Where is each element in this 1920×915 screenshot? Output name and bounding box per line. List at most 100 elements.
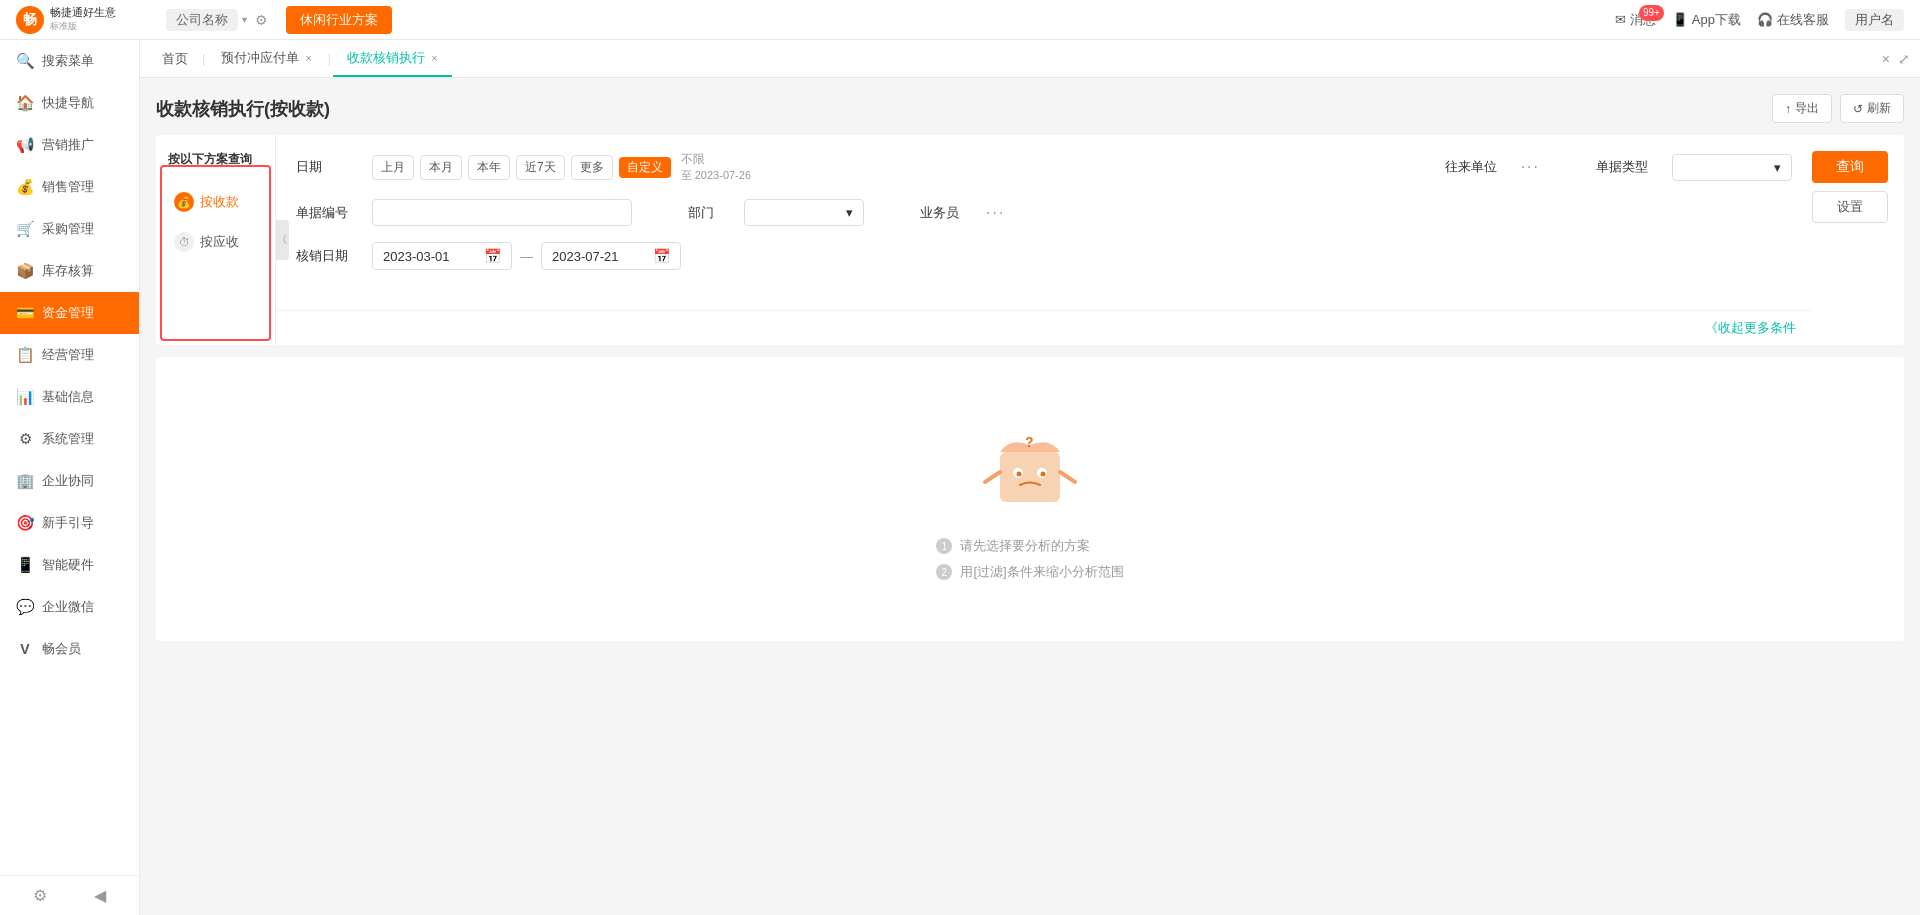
tab-home[interactable]: 首页 bbox=[150, 42, 200, 76]
date-btn-7days[interactable]: 近7天 bbox=[516, 155, 565, 180]
guide-icon: 🎯 bbox=[16, 514, 34, 532]
sidebar-bottom: ⚙ ◀ bbox=[0, 875, 139, 915]
date-btn-this-year[interactable]: 本年 bbox=[468, 155, 510, 180]
calendar-end-icon: 📅 bbox=[653, 248, 670, 264]
enterprise-icon: 🏢 bbox=[16, 472, 34, 490]
wechat-icon: 💬 bbox=[16, 598, 34, 616]
sidebar-item-search[interactable]: 🔍 搜索菜单 bbox=[0, 40, 139, 82]
verify-date-start-input[interactable]: 2023-03-01 📅 bbox=[372, 242, 512, 270]
window-close-button[interactable]: × bbox=[1882, 51, 1890, 67]
empty-state: ? 1 请先选择要分析的方案 2 用[过滤]条件来缩小分析范围 bbox=[156, 357, 1904, 641]
staff-dots-btn[interactable]: ··· bbox=[986, 204, 1005, 222]
sidebar-item-basic-info[interactable]: 📊 基础信息 bbox=[0, 376, 139, 418]
query-button[interactable]: 查询 bbox=[1812, 151, 1888, 183]
sidebar-item-sales[interactable]: 💰 销售管理 bbox=[0, 166, 139, 208]
sidebar-item-inventory[interactable]: 📦 库存核算 bbox=[0, 250, 139, 292]
sidebar-collapse-icon[interactable]: ◀ bbox=[94, 886, 106, 905]
bill-no-label: 单据编号 bbox=[296, 204, 356, 222]
tab-receipt-close[interactable]: × bbox=[431, 52, 437, 64]
svg-rect-0 bbox=[1000, 452, 1060, 502]
sidebar-settings-icon[interactable]: ⚙ bbox=[33, 886, 47, 905]
sidebar-item-hardware[interactable]: 📱 智能硬件 bbox=[0, 544, 139, 586]
online-service-button[interactable]: 🎧 在线客服 bbox=[1757, 11, 1829, 29]
setting-button[interactable]: 设置 bbox=[1812, 191, 1888, 223]
filter-form: 日期 上月 本月 本年 近7天 更多 自定义 不限 至 2023-07- bbox=[276, 135, 1812, 302]
operations-icon: 📋 bbox=[16, 346, 34, 364]
filter-collapse-button[interactable]: 《 bbox=[275, 220, 289, 260]
date-btn-more[interactable]: 更多 bbox=[571, 155, 613, 180]
finance-icon: 💳 bbox=[16, 304, 34, 322]
staff-label: 业务员 bbox=[920, 204, 970, 222]
message-badge: 99+ bbox=[1639, 5, 1664, 21]
tip-num-1: 1 bbox=[936, 538, 952, 554]
bill-type-select[interactable]: ▾ bbox=[1672, 154, 1792, 181]
window-expand-button[interactable]: ⤢ bbox=[1898, 51, 1910, 67]
bill-no-input[interactable] bbox=[372, 199, 632, 226]
sidebar-item-marketing[interactable]: 📢 营销推广 bbox=[0, 124, 139, 166]
message-button[interactable]: ✉ 消息 99+ bbox=[1615, 11, 1656, 29]
sidebar-item-wechat[interactable]: 💬 企业微信 bbox=[0, 586, 139, 628]
company-dropdown-icon[interactable]: ▾ bbox=[242, 14, 247, 25]
filter-area: 按以下方案查询 💰 按收款 ⏱ 按应收 《 bbox=[156, 135, 1904, 345]
message-icon: ✉ bbox=[1615, 12, 1626, 27]
sidebar-item-enterprise[interactable]: 🏢 企业协同 bbox=[0, 460, 139, 502]
tab-bar: 首页 | 预付冲应付单 × | 收款核销执行 × × ⤢ bbox=[140, 40, 1920, 78]
app-download-button[interactable]: 📱 App下载 bbox=[1672, 11, 1741, 29]
headset-icon: 🎧 bbox=[1757, 12, 1773, 27]
settings-icon[interactable]: ⚙ bbox=[255, 12, 268, 28]
tip-num-2: 2 bbox=[936, 564, 952, 580]
filter-form-container: 日期 上月 本月 本年 近7天 更多 自定义 不限 至 2023-07- bbox=[276, 135, 1812, 345]
empty-illustration: ? bbox=[980, 417, 1080, 517]
logo-icon: 畅 bbox=[16, 6, 44, 34]
date-nolimit-text: 不限 bbox=[681, 151, 751, 168]
calendar-start-icon: 📅 bbox=[484, 248, 501, 264]
sidebar-item-finance[interactable]: 💳 资金管理 bbox=[0, 292, 139, 334]
search-icon: 🔍 bbox=[16, 52, 34, 70]
partner-dots-btn[interactable]: ··· bbox=[1521, 158, 1540, 176]
sidebar-item-guide[interactable]: 🎯 新手引导 bbox=[0, 502, 139, 544]
page-content: 收款核销执行(按收款) ↑ 导出 ↺ 刷新 按以下方案查询 bbox=[140, 78, 1920, 915]
sidebar-item-member[interactable]: V 畅会员 bbox=[0, 628, 139, 670]
svg-text:?: ? bbox=[1025, 434, 1034, 450]
verify-date-end-input[interactable]: 2023-07-21 📅 bbox=[541, 242, 681, 270]
filter-row-3: 核销日期 2023-03-01 📅 — 2023-07-21 📅 bbox=[296, 242, 1792, 270]
hardware-icon: 📱 bbox=[16, 556, 34, 574]
date-btn-last-month[interactable]: 上月 bbox=[372, 155, 414, 180]
sidebar-item-purchase[interactable]: 🛒 采购管理 bbox=[0, 208, 139, 250]
svg-point-3 bbox=[1017, 472, 1022, 477]
solution-button[interactable]: 休闲行业方案 bbox=[286, 6, 392, 34]
home-icon: 🏠 bbox=[16, 94, 34, 112]
dept-label: 部门 bbox=[688, 204, 728, 222]
main-layout: 🔍 搜索菜单 🏠 快捷导航 📢 营销推广 💰 销售管理 🛒 采购管理 📦 库存核… bbox=[0, 40, 1920, 915]
empty-tip-2: 2 用[过滤]条件来缩小分析范围 bbox=[936, 563, 1123, 581]
bill-type-label: 单据类型 bbox=[1596, 158, 1656, 176]
inventory-icon: 📦 bbox=[16, 262, 34, 280]
sidebar-item-quick-nav[interactable]: 🏠 快捷导航 bbox=[0, 82, 139, 124]
dept-dropdown-icon: ▾ bbox=[846, 205, 853, 220]
tab-right-actions: × ⤢ bbox=[1882, 51, 1910, 67]
query-buttons: 查询 设置 bbox=[1812, 135, 1904, 345]
tab-receipt-verify[interactable]: 收款核销执行 × bbox=[333, 41, 451, 77]
page-actions: ↑ 导出 ↺ 刷新 bbox=[1772, 94, 1904, 123]
company-selector[interactable]: 公司名称 bbox=[166, 9, 238, 31]
svg-line-6 bbox=[1060, 472, 1075, 482]
export-button[interactable]: ↑ 导出 bbox=[1772, 94, 1832, 123]
filter-row-2: 单据编号 部门 ▾ 业务员 ··· bbox=[296, 199, 1792, 226]
verify-date-label: 核销日期 bbox=[296, 247, 356, 265]
dept-select[interactable]: ▾ bbox=[744, 199, 864, 226]
refresh-button[interactable]: ↺ 刷新 bbox=[1840, 94, 1904, 123]
phone-icon: 📱 bbox=[1672, 12, 1688, 27]
member-icon: V bbox=[16, 641, 34, 657]
date-label: 日期 bbox=[296, 158, 356, 176]
tab-prepay-conflict[interactable]: 预付冲应付单 × bbox=[207, 41, 325, 77]
date-btn-this-month[interactable]: 本月 bbox=[420, 155, 462, 180]
sidebar: 🔍 搜索菜单 🏠 快捷导航 📢 营销推广 💰 销售管理 🛒 采购管理 📦 库存核… bbox=[0, 40, 140, 915]
verify-date-range: 2023-03-01 📅 — 2023-07-21 📅 bbox=[372, 242, 681, 270]
sidebar-item-system[interactable]: ⚙ 系统管理 bbox=[0, 418, 139, 460]
page-title: 收款核销执行(按收款) bbox=[156, 97, 330, 121]
collapse-more-button[interactable]: 《 收起更多条件 bbox=[276, 310, 1812, 345]
sidebar-item-operations[interactable]: 📋 经营管理 bbox=[0, 334, 139, 376]
user-profile[interactable]: 用户名 bbox=[1845, 9, 1904, 31]
empty-tips: 1 请先选择要分析的方案 2 用[过滤]条件来缩小分析范围 bbox=[936, 537, 1123, 581]
tab-prepay-close[interactable]: × bbox=[305, 52, 311, 64]
